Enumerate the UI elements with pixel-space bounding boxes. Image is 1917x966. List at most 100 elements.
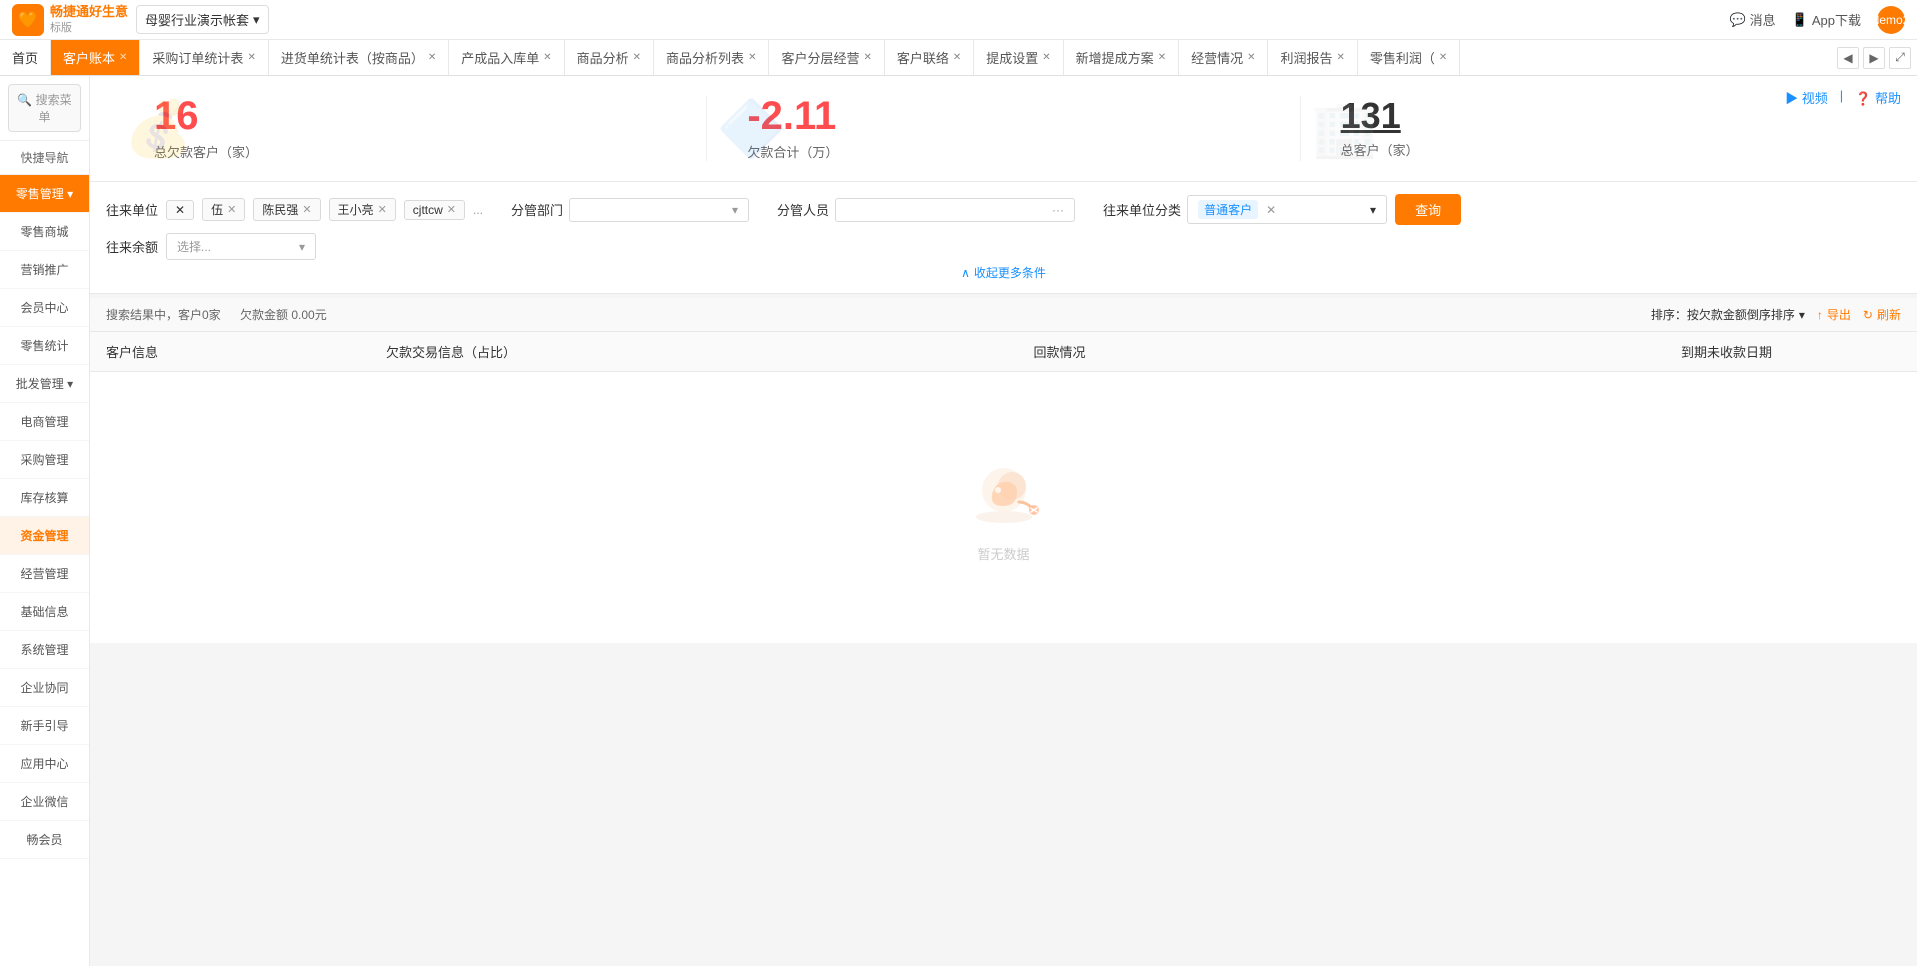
close-goods-analysis-icon[interactable]: ✕ bbox=[633, 52, 641, 63]
filter-classify-close[interactable]: ✕ bbox=[1266, 203, 1276, 217]
filter-tag-cjttcw-close[interactable]: ✕ bbox=[447, 203, 456, 216]
purchase-label: 采购管理 bbox=[20, 453, 68, 467]
tab-commission-settings[interactable]: 提成设置 ✕ bbox=[974, 40, 1063, 76]
sidebar-item-inventory[interactable]: 库存核算 bbox=[0, 479, 89, 517]
filter-tag-wu-close[interactable]: ✕ bbox=[227, 203, 236, 216]
close-retail-profit-icon[interactable]: ✕ bbox=[1439, 52, 1447, 63]
sidebar-item-retail-mall[interactable]: 零售商城 bbox=[0, 213, 89, 251]
empty-state: 暂无数据 bbox=[90, 372, 1917, 643]
user-avatar[interactable]: demo2 bbox=[1877, 6, 1905, 34]
tab-finished-goods[interactable]: 产成品入库单 ✕ bbox=[449, 40, 564, 76]
tab-goods-analysis-list[interactable]: 商品分析列表 ✕ bbox=[654, 40, 769, 76]
collapse-button[interactable]: ∧ 收起更多条件 bbox=[106, 264, 1901, 281]
tab-customer-layer[interactable]: 客户分层经营 ✕ bbox=[769, 40, 884, 76]
filter-more-button[interactable]: ... bbox=[473, 203, 483, 217]
retail-management-label: 零售管理 bbox=[16, 187, 64, 201]
sidebar-item-purchase[interactable]: 采购管理 bbox=[0, 441, 89, 479]
close-purchase-by-product-icon[interactable]: ✕ bbox=[428, 52, 436, 63]
result-summary: 搜索结果中，客户0家 欠款金额 0.00元 bbox=[106, 306, 327, 323]
new-commission-tab-label: 新增提成方案 bbox=[1076, 48, 1154, 67]
result-bar: 搜索结果中，客户0家 欠款金额 0.00元 排序：按欠款金额倒序排序 ▾ ↑ 导… bbox=[90, 298, 1917, 332]
customer-ledger-tab-label: 客户账本 bbox=[63, 48, 115, 67]
filter-classify-group: 往来单位分类 普通客户 ✕ ▾ bbox=[1103, 195, 1387, 224]
tab-profit-report[interactable]: 利润报告 ✕ bbox=[1268, 40, 1357, 76]
sidebar-item-enterprise-wechat[interactable]: 企业微信 bbox=[0, 783, 89, 821]
filter-tag-x-label: ✕ bbox=[175, 203, 185, 217]
sidebar-item-retail-management[interactable]: 零售管理 ▾ bbox=[0, 175, 89, 213]
close-customer-ledger-icon[interactable]: ✕ bbox=[119, 52, 127, 63]
logo-text-block: 畅捷通好生意 标版 bbox=[50, 4, 128, 36]
suite-selector[interactable]: 母婴行业演示帐套 ▾ bbox=[136, 5, 269, 34]
table-header-repayment: 回款情况 bbox=[1034, 342, 1682, 361]
filter-tag-cjttcw-label: cjttcw bbox=[413, 203, 443, 217]
export-button[interactable]: ↑ 导出 bbox=[1817, 306, 1851, 323]
tab-retail-profit[interactable]: 零售利润（ ✕ bbox=[1358, 40, 1460, 76]
sidebar-item-new-guide[interactable]: 新手引导 bbox=[0, 707, 89, 745]
close-new-commission-icon[interactable]: ✕ bbox=[1158, 52, 1166, 63]
filter-tag-wu[interactable]: 伍 ✕ bbox=[202, 198, 245, 221]
sidebar-item-operations-management[interactable]: 经营管理 bbox=[0, 555, 89, 593]
empty-state-icon bbox=[964, 452, 1044, 532]
close-customer-contact-icon[interactable]: ✕ bbox=[953, 52, 961, 63]
export-label: 导出 bbox=[1827, 306, 1851, 323]
refresh-button[interactable]: ↻ 刷新 bbox=[1863, 306, 1901, 323]
sidebar-item-retail-stats[interactable]: 零售统计 bbox=[0, 327, 89, 365]
table-header-due-date: 到期未收款日期 bbox=[1681, 342, 1901, 361]
filter-tag-unit-x[interactable]: ✕ bbox=[166, 200, 194, 220]
search-menu-button[interactable]: 🔍 搜索菜单 bbox=[8, 84, 81, 132]
filter-balance-select[interactable]: 选择... ▾ bbox=[166, 233, 316, 260]
tab-purchase-stats[interactable]: 采购订单统计表 ✕ bbox=[140, 40, 268, 76]
nav-maximize[interactable]: ⤢ bbox=[1889, 47, 1911, 69]
sidebar-item-basic-info[interactable]: 基础信息 bbox=[0, 593, 89, 631]
filter-dept-select[interactable]: ▾ bbox=[569, 198, 749, 222]
filter-tag-cjttcw[interactable]: cjttcw ✕ bbox=[404, 200, 465, 220]
tab-goods-analysis[interactable]: 商品分析 ✕ bbox=[565, 40, 654, 76]
tab-home[interactable]: 首页 bbox=[0, 40, 51, 76]
app-download-button[interactable]: 📱 App下载 bbox=[1792, 10, 1861, 29]
result-text2: 欠款金额 0.00元 bbox=[240, 308, 327, 322]
nav-arrow-left[interactable]: ◀ bbox=[1837, 47, 1859, 69]
finished-goods-tab-label: 产成品入库单 bbox=[461, 48, 539, 67]
sidebar-item-app-center[interactable]: 应用中心 bbox=[0, 745, 89, 783]
capital-management-label: 资金管理 bbox=[20, 529, 68, 543]
filter-row-2: 往来余额 选择... ▾ bbox=[106, 233, 1901, 260]
filter-person-select[interactable]: ··· bbox=[835, 198, 1075, 222]
sidebar-item-ecommerce[interactable]: 电商管理 bbox=[0, 403, 89, 441]
sidebar-item-quick-nav[interactable]: 快捷导航 bbox=[0, 141, 89, 175]
messages-button[interactable]: 💬 消息 bbox=[1729, 10, 1775, 29]
filter-classify-select[interactable]: 普通客户 ✕ ▾ bbox=[1187, 195, 1387, 224]
filter-tag-chen-close[interactable]: ✕ bbox=[302, 203, 311, 216]
filter-tag-chen[interactable]: 陈民强 ✕ bbox=[253, 198, 320, 221]
sidebar-item-member-center[interactable]: 会员中心 bbox=[0, 289, 89, 327]
query-button[interactable]: 查询 bbox=[1395, 194, 1461, 225]
filter-tag-wang[interactable]: 王小亮 ✕ bbox=[329, 198, 396, 221]
stats-banner: ▶ 视频 | ❓ 帮助 💰 16 总欠款客户（家） 🔷 -2.11 欠款合计（万… bbox=[90, 76, 1917, 182]
close-finished-goods-icon[interactable]: ✕ bbox=[543, 52, 551, 63]
close-commission-settings-icon[interactable]: ✕ bbox=[1042, 52, 1050, 63]
profit-report-tab-label: 利润报告 bbox=[1280, 48, 1332, 67]
tab-customer-contact[interactable]: 客户联络 ✕ bbox=[885, 40, 974, 76]
sidebar-item-capital-management[interactable]: 资金管理 bbox=[0, 517, 89, 555]
close-goods-analysis-list-icon[interactable]: ✕ bbox=[748, 52, 756, 63]
sidebar-item-system-management[interactable]: 系统管理 bbox=[0, 631, 89, 669]
enterprise-collab-label: 企业协同 bbox=[20, 681, 68, 695]
filter-unit-label: 往来单位 bbox=[106, 200, 158, 219]
content-area: ▶ 视频 | ❓ 帮助 💰 16 总欠款客户（家） 🔷 -2.11 欠款合计（万… bbox=[90, 76, 1917, 966]
tab-operations[interactable]: 经营情况 ✕ bbox=[1179, 40, 1268, 76]
person-dropdown-icon: ··· bbox=[1052, 203, 1064, 217]
sidebar-item-chang-member[interactable]: 畅会员 bbox=[0, 821, 89, 859]
close-customer-layer-icon[interactable]: ✕ bbox=[863, 52, 871, 63]
tab-purchase-by-product[interactable]: 进货单统计表（按商品） ✕ bbox=[269, 40, 449, 76]
goods-analysis-tab-label: 商品分析 bbox=[577, 48, 629, 67]
close-profit-report-icon[interactable]: ✕ bbox=[1337, 52, 1345, 63]
tab-new-commission[interactable]: 新增提成方案 ✕ bbox=[1064, 40, 1179, 76]
sidebar-item-enterprise-collab[interactable]: 企业协同 bbox=[0, 669, 89, 707]
sidebar-item-wholesale[interactable]: 批发管理 ▾ bbox=[0, 365, 89, 403]
close-purchase-stats-icon[interactable]: ✕ bbox=[247, 52, 255, 63]
nav-arrow-right[interactable]: ▶ bbox=[1863, 47, 1885, 69]
filter-tag-wang-close[interactable]: ✕ bbox=[378, 203, 387, 216]
tab-customer-ledger[interactable]: 客户账本 ✕ bbox=[51, 40, 140, 76]
close-operations-icon[interactable]: ✕ bbox=[1247, 52, 1255, 63]
sidebar-item-marketing[interactable]: 营销推广 bbox=[0, 251, 89, 289]
sort-select[interactable]: 排序：按欠款金额倒序排序 ▾ bbox=[1651, 306, 1805, 323]
